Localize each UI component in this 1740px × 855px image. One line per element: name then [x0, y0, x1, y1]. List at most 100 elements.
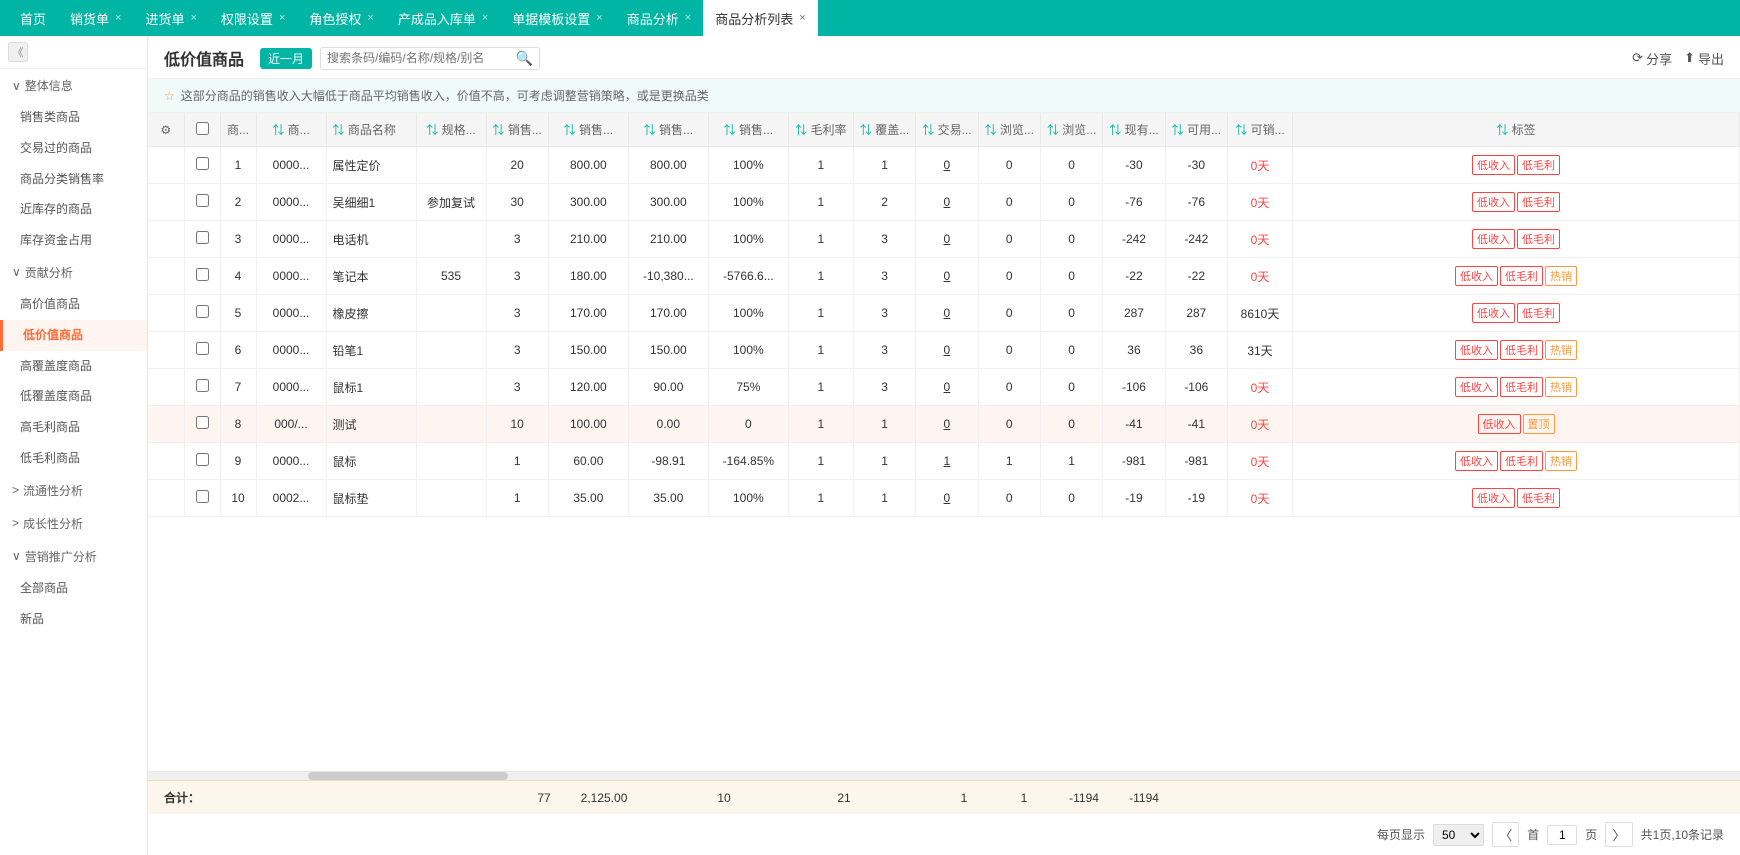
- close-icon[interactable]: ×: [115, 12, 121, 24]
- browse-link[interactable]: 0: [944, 195, 951, 209]
- row-checkbox[interactable]: [196, 416, 209, 429]
- sidebar: 《 ∨ 整体信息 销售类商品 交易过的商品 商品分类销售率 近库存的商品 库存资…: [0, 36, 148, 855]
- tag-badge: 低收入: [1455, 451, 1498, 471]
- totals-label: 合计：: [164, 789, 200, 806]
- export-button[interactable]: ⬆ 导出: [1684, 49, 1724, 68]
- row-checkbox[interactable]: [196, 379, 209, 392]
- row-checkbox[interactable]: [196, 453, 209, 466]
- cell-checkbox[interactable]: [184, 184, 220, 221]
- cell-checkbox[interactable]: [184, 406, 220, 443]
- col-settings[interactable]: ⚙: [148, 113, 184, 147]
- sidebar-item-category-sales-rate[interactable]: 商品分类销售率: [0, 164, 147, 195]
- close-icon[interactable]: ×: [596, 12, 602, 24]
- sort-icon: ⇅: [493, 123, 505, 137]
- tag-badge: 低收入: [1472, 303, 1515, 323]
- sidebar-item-sales-goods[interactable]: 销售类商品: [0, 102, 147, 133]
- next-page-button[interactable]: 〉: [1605, 822, 1632, 847]
- period-button[interactable]: 近一月: [260, 48, 312, 69]
- sidebar-item-traded-goods[interactable]: 交易过的商品: [0, 133, 147, 164]
- chevron-down-icon: ∨: [12, 265, 21, 279]
- sidebar-group-marketing[interactable]: ∨ 营销推广分析: [0, 540, 147, 573]
- nav-product-analysis[interactable]: 商品分析 ×: [615, 0, 703, 36]
- close-icon[interactable]: ×: [190, 12, 196, 24]
- browse-link[interactable]: 0: [944, 491, 951, 505]
- close-icon[interactable]: ×: [279, 12, 285, 24]
- cell-stock1: -106: [1103, 369, 1165, 406]
- browse-link[interactable]: 0: [944, 343, 951, 357]
- row-checkbox[interactable]: [196, 490, 209, 503]
- browse-link[interactable]: 0: [944, 158, 951, 172]
- cell-sale3: 75%: [708, 369, 788, 406]
- row-checkbox[interactable]: [196, 342, 209, 355]
- cell-sale4: 0天: [1228, 480, 1293, 517]
- sidebar-item-low-coverage[interactable]: 低覆盖度商品: [0, 381, 147, 412]
- sidebar-group-circulation[interactable]: > 流通性分析: [0, 474, 147, 507]
- nav-product-warehouse[interactable]: 产成品入库单 ×: [386, 0, 500, 36]
- tag-badge: 热销: [1545, 340, 1577, 360]
- browse-link[interactable]: 0: [944, 232, 951, 246]
- cell-name: 吴细细1: [326, 184, 416, 221]
- cell-checkbox[interactable]: [184, 443, 220, 480]
- select-all-checkbox[interactable]: [196, 122, 209, 135]
- cell-code: 0002...: [256, 480, 326, 517]
- nav-template-settings[interactable]: 单据模板设置 ×: [500, 0, 614, 36]
- sidebar-item-high-margin[interactable]: 高毛利商品: [0, 412, 147, 443]
- share-button[interactable]: ⟳ 分享: [1632, 49, 1672, 68]
- sidebar-group-overall[interactable]: ∨ 整体信息: [0, 69, 147, 102]
- browse-link[interactable]: 0: [944, 380, 951, 394]
- nav-purchase-order[interactable]: 进货单 ×: [133, 0, 208, 36]
- tag-badge: 低毛利: [1500, 451, 1543, 471]
- cell-sale-qty: 3: [486, 258, 548, 295]
- browse-link[interactable]: 1: [944, 454, 951, 468]
- cell-checkbox[interactable]: [184, 221, 220, 258]
- close-icon[interactable]: ×: [367, 12, 373, 24]
- col-avail-header: ⇅ 可用...: [1165, 113, 1227, 147]
- cell-cover: 3: [853, 332, 915, 369]
- sort-icon: ⇅: [724, 123, 736, 137]
- cell-sale2: -98.91: [628, 443, 708, 480]
- row-checkbox[interactable]: [196, 268, 209, 281]
- page-number-input[interactable]: [1547, 825, 1577, 845]
- row-checkbox[interactable]: [196, 194, 209, 207]
- close-icon[interactable]: ×: [482, 12, 488, 24]
- close-icon[interactable]: ×: [685, 12, 691, 24]
- search-input[interactable]: [327, 51, 516, 65]
- col-checkbox-header[interactable]: [184, 113, 220, 147]
- row-checkbox[interactable]: [196, 157, 209, 170]
- sidebar-collapse-button[interactable]: 《: [8, 42, 28, 62]
- cell-checkbox[interactable]: [184, 147, 220, 184]
- sidebar-item-high-value[interactable]: 高价值商品: [0, 289, 147, 320]
- horizontal-scrollbar[interactable]: [148, 772, 1740, 780]
- nav-product-analysis-list[interactable]: 商品分析列表 ×: [703, 0, 817, 36]
- scrollbar-thumb[interactable]: [308, 772, 508, 780]
- row-checkbox[interactable]: [196, 231, 209, 244]
- sidebar-item-near-stock[interactable]: 近库存的商品: [0, 194, 147, 225]
- sidebar-item-all-goods[interactable]: 全部商品: [0, 573, 147, 604]
- cell-checkbox[interactable]: [184, 258, 220, 295]
- cell-checkbox[interactable]: [184, 332, 220, 369]
- cell-spec: [416, 480, 486, 517]
- sidebar-group-growth[interactable]: > 成长性分析: [0, 507, 147, 540]
- row-checkbox[interactable]: [196, 305, 209, 318]
- first-page-button[interactable]: 〈: [1492, 822, 1519, 847]
- browse-link[interactable]: 0: [944, 417, 951, 431]
- browse-link[interactable]: 0: [944, 269, 951, 283]
- browse-link[interactable]: 0: [944, 306, 951, 320]
- sidebar-item-stock-capital[interactable]: 库存资金占用: [0, 225, 147, 256]
- cell-code: 0000...: [256, 369, 326, 406]
- cell-checkbox[interactable]: [184, 369, 220, 406]
- sidebar-item-new-goods[interactable]: 新品: [0, 604, 147, 635]
- cell-checkbox[interactable]: [184, 295, 220, 332]
- sidebar-group-contribution[interactable]: ∨ 贡献分析: [0, 256, 147, 289]
- nav-sales-order[interactable]: 销货单 ×: [58, 0, 133, 36]
- nav-role-auth[interactable]: 角色授权 ×: [297, 0, 385, 36]
- sidebar-item-low-margin[interactable]: 低毛利商品: [0, 443, 147, 474]
- sidebar-item-low-value[interactable]: 低价值商品: [0, 320, 147, 351]
- sidebar-item-high-coverage[interactable]: 高覆盖度商品: [0, 351, 147, 382]
- nav-home[interactable]: 首页: [8, 0, 58, 36]
- per-page-select[interactable]: 50 100 200: [1433, 824, 1484, 846]
- search-icon[interactable]: 🔍: [516, 50, 533, 67]
- close-icon[interactable]: ×: [799, 12, 805, 24]
- nav-permission-settings[interactable]: 权限设置 ×: [209, 0, 297, 36]
- cell-checkbox[interactable]: [184, 480, 220, 517]
